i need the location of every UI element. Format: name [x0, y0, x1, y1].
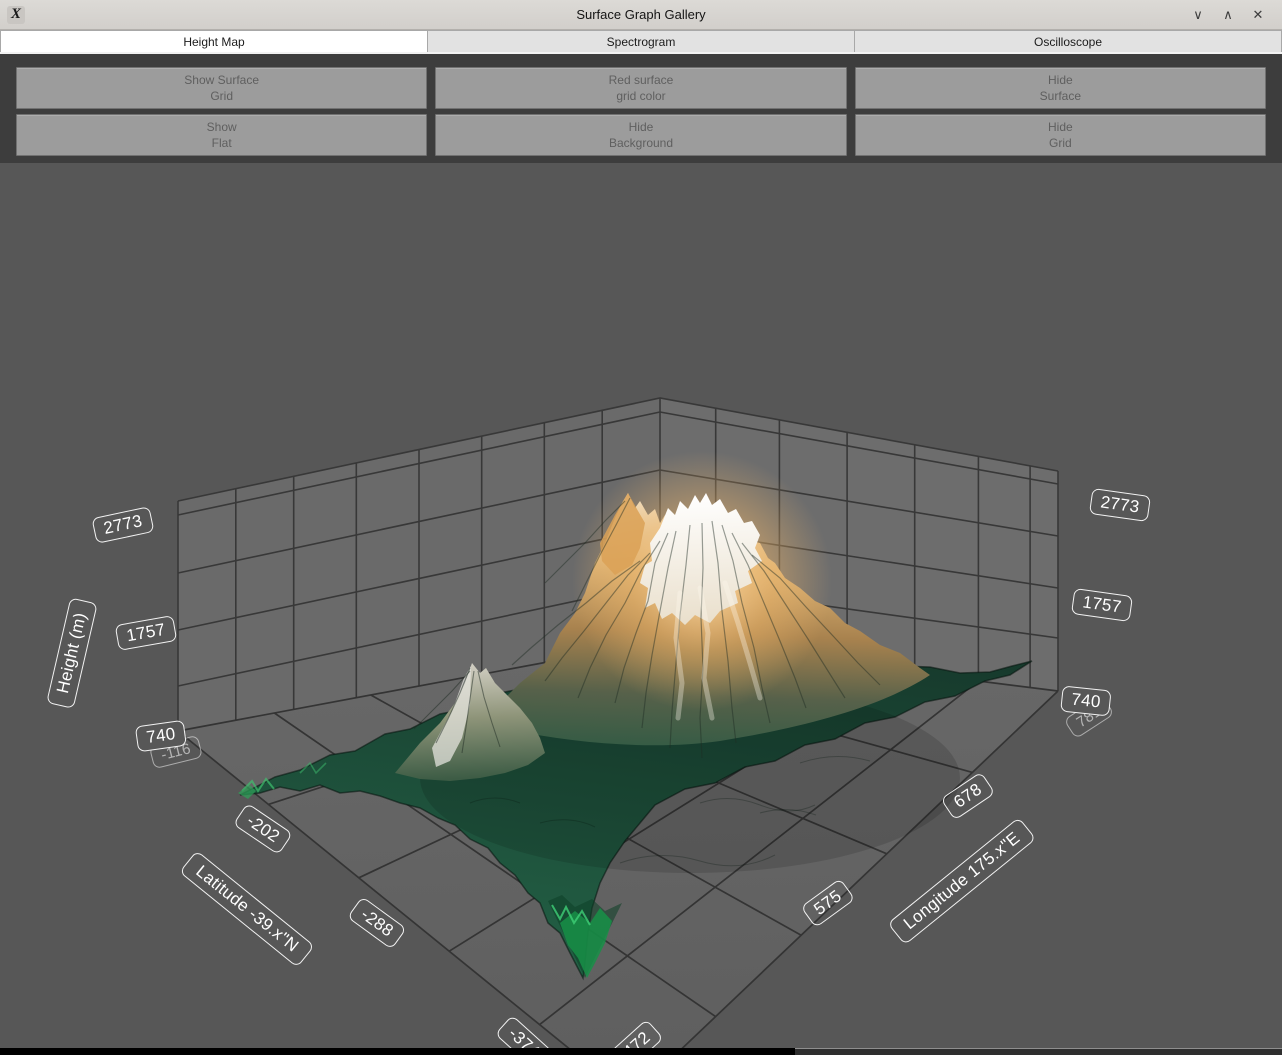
minimize-icon[interactable]: ∨: [1188, 5, 1208, 25]
tab-spectrogram[interactable]: Spectrogram: [428, 30, 855, 52]
button-label: Surface: [1040, 88, 1081, 104]
close-icon[interactable]: ✕: [1248, 5, 1268, 25]
title-bar: X Surface Graph Gallery ∨ ∧ ✕: [0, 0, 1282, 30]
red-surface-grid-color-button[interactable]: Red surface grid color: [435, 67, 846, 109]
button-label: Grid: [210, 88, 233, 104]
button-label: Flat: [212, 135, 232, 151]
button-label: Background: [609, 135, 673, 151]
bottom-edge-strip: [0, 1048, 1282, 1055]
height-axis-tick-right: 740: [1060, 685, 1112, 716]
app-window: X Surface Graph Gallery ∨ ∧ ✕ Height Map…: [0, 0, 1282, 1055]
window-title: Surface Graph Gallery: [0, 7, 1282, 22]
button-label: Hide: [1048, 72, 1073, 88]
window-controls: ∨ ∧ ✕: [1188, 5, 1282, 25]
tab-bar: Height Map Spectrogram Oscilloscope: [0, 30, 1282, 54]
surface-plot-area: Height (m) 2773 1757 -116 740 2773 1757 …: [0, 163, 1282, 1048]
tab-oscilloscope[interactable]: Oscilloscope: [855, 30, 1282, 52]
button-label: grid color: [616, 88, 665, 104]
hide-grid-button[interactable]: Hide Grid: [855, 114, 1266, 156]
show-surface-grid-button[interactable]: Show Surface Grid: [16, 67, 427, 109]
tab-height-map[interactable]: Height Map: [0, 30, 428, 52]
button-label: Show: [207, 119, 237, 135]
button-label: Hide: [1048, 119, 1073, 135]
button-label: Show Surface: [184, 72, 259, 88]
controls-panel: Show Surface Grid Red surface grid color…: [0, 54, 1282, 163]
button-label: Hide: [629, 119, 654, 135]
bottom-edge-segment: [795, 1048, 1282, 1055]
maximize-icon[interactable]: ∧: [1218, 5, 1238, 25]
button-label: Red surface: [609, 72, 674, 88]
show-flat-button[interactable]: Show Flat: [16, 114, 427, 156]
button-label: Grid: [1049, 135, 1072, 151]
hide-surface-button[interactable]: Hide Surface: [855, 67, 1266, 109]
hide-background-button[interactable]: Hide Background: [435, 114, 846, 156]
